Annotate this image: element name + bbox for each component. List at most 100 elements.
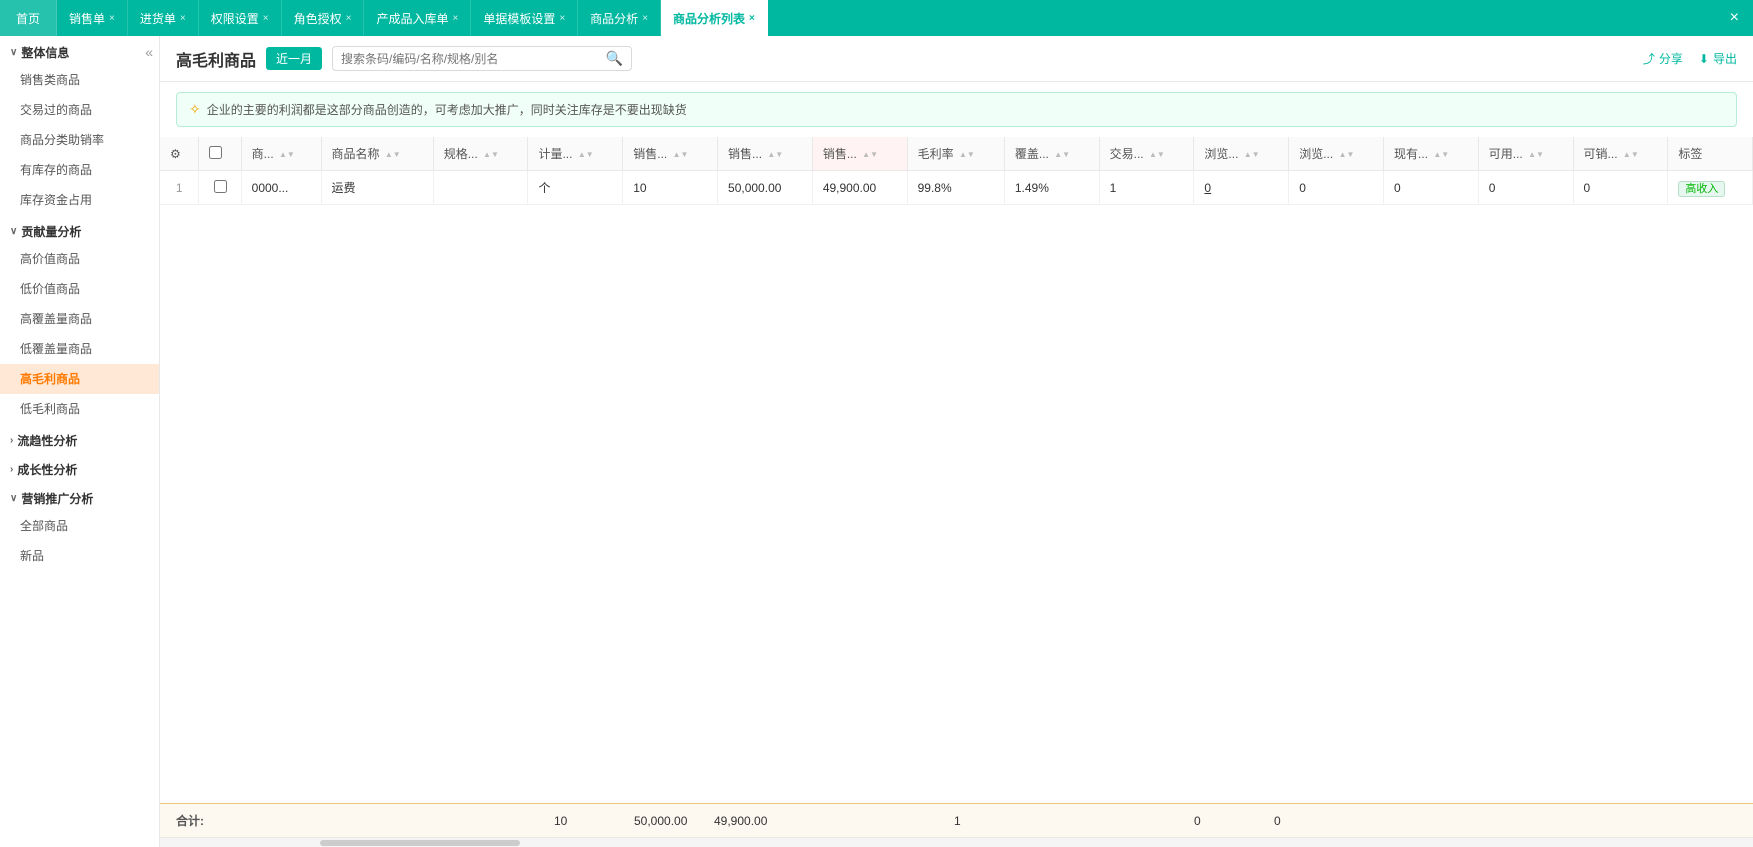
col-unit[interactable]: 计量... ▲▼ [528,137,623,171]
nav-tab-template[interactable]: 单据模板设置 × [471,0,578,36]
view1-link[interactable]: 0 [1204,181,1211,195]
col-available-stock[interactable]: 可用... ▲▼ [1478,137,1573,171]
export-button[interactable]: ⬇ 导出 [1699,50,1737,67]
col-current-stock[interactable]: 现有... ▲▼ [1383,137,1478,171]
row-view1[interactable]: 0 [1194,171,1289,205]
sort-icon[interactable]: ▲▼ [1339,150,1355,159]
sort-icon[interactable]: ▲▼ [862,150,878,159]
sort-icon[interactable]: ▲▼ [1623,150,1639,159]
nav-tab-permission-label: 权限设置 [211,10,259,27]
close-icon[interactable]: × [749,13,755,24]
nav-tab-sales[interactable]: 销售单 × [57,0,128,36]
sidebar-section-trend[interactable]: › 流趋性分析 [0,424,159,453]
bottom-scrollbar[interactable] [160,837,1753,847]
sort-icon[interactable]: ▲▼ [1244,150,1260,159]
close-icon[interactable]: × [346,13,352,24]
col-code[interactable]: 商... ▲▼ [241,137,321,171]
row-current-stock: 0 [1383,171,1478,205]
sidebar-section-marketing-label: 营销推广分析 [21,490,93,507]
sort-icon[interactable]: ▲▼ [279,150,295,159]
sidebar-collapse-button[interactable]: « [145,44,153,60]
nav-tab-template-label: 单据模板设置 [483,10,555,27]
sidebar-section-contribution[interactable]: ∨ 贡献量分析 [0,215,159,244]
nav-tab-product-warehouse[interactable]: 产成品入库单 × [364,0,471,36]
sidebar-section-trend-label: 流趋性分析 [17,432,77,449]
col-tag[interactable]: 标签 [1668,137,1753,171]
nav-tab-product-analysis[interactable]: 商品分析 × [578,0,661,36]
col-spec[interactable]: 规格... ▲▼ [433,137,528,171]
time-filter-button[interactable]: 近一月 [266,47,322,70]
col-coverage[interactable]: 覆盖... ▲▼ [1004,137,1099,171]
nav-tab-role[interactable]: 角色授权 × [282,0,365,36]
sidebar-item-high-margin[interactable]: 高毛利商品 [0,364,159,394]
chevron-down-icon: ∨ [10,226,17,237]
col-view2[interactable]: 浏览... ▲▼ [1289,137,1384,171]
col-view1[interactable]: 浏览... ▲▼ [1194,137,1289,171]
footer-cells: 10 50,000.00 49,900.00 1 0 0 [224,814,1737,828]
row-checkbox[interactable] [214,180,227,193]
col-name[interactable]: 商品名称 ▲▼ [321,137,433,171]
sidebar-item-traded-goods[interactable]: 交易过的商品 [0,95,159,125]
search-icon[interactable]: 🔍 [606,50,623,67]
col-gross-margin[interactable]: 毛利率 ▲▼ [907,137,1004,171]
sidebar-section-growth[interactable]: › 成长性分析 [0,453,159,482]
col-sales-qty[interactable]: 销售... ▲▼ [623,137,718,171]
col-checkbox[interactable] [199,137,241,171]
sidebar-section-marketing[interactable]: ∨ 营销推广分析 [0,482,159,511]
col-sales-profit[interactable]: 销售... ▲▼ [812,137,907,171]
sidebar-item-high-value[interactable]: 高价值商品 [0,244,159,274]
sidebar: « ∨ 整体信息 销售类商品 交易过的商品 商品分类助销率 有库存的商品 库存资… [0,36,160,847]
main-layout: « ∨ 整体信息 销售类商品 交易过的商品 商品分类助销率 有库存的商品 库存资… [0,36,1753,847]
chevron-right-icon: › [10,435,13,446]
share-button[interactable]: ⤴ 分享 [1643,50,1683,67]
close-all-button[interactable]: × [1716,9,1753,27]
sort-icon[interactable]: ▲▼ [767,150,783,159]
close-icon[interactable]: × [452,13,458,24]
close-icon[interactable]: × [559,13,565,24]
sidebar-item-low-margin[interactable]: 低毛利商品 [0,394,159,424]
sort-icon[interactable]: ▲▼ [1433,150,1449,159]
col-transaction[interactable]: 交易... ▲▼ [1099,137,1194,171]
footer-sales-profit: 49,900.00 [704,814,784,828]
select-all-checkbox[interactable] [209,146,222,159]
footer-spacer7 [1024,814,1104,828]
close-icon[interactable]: × [109,13,115,24]
nav-tab-permission[interactable]: 权限设置 × [199,0,282,36]
sidebar-item-stocked-goods[interactable]: 有库存的商品 [0,155,159,185]
sort-icon[interactable]: ▲▼ [673,150,689,159]
sidebar-item-category-rate[interactable]: 商品分类助销率 [0,125,159,155]
sort-icon[interactable]: ▲▼ [385,150,401,159]
sidebar-item-stock-capital[interactable]: 库存资金占用 [0,185,159,215]
sidebar-section-overall[interactable]: ∨ 整体信息 [0,36,159,65]
nav-tab-product-analysis-list[interactable]: 商品分析列表 × [661,0,768,36]
nav-tab-home[interactable]: 首页 [0,0,57,36]
col-sales-amount[interactable]: 销售... ▲▼ [718,137,813,171]
col-settings[interactable]: ⚙ [160,137,199,171]
sort-icon[interactable]: ▲▼ [578,150,594,159]
nav-tab-purchase[interactable]: 进货单 × [128,0,199,36]
sort-icon[interactable]: ▲▼ [1054,150,1070,159]
sidebar-item-low-coverage[interactable]: 低覆盖量商品 [0,334,159,364]
search-input[interactable] [341,52,600,66]
close-icon[interactable]: × [263,13,269,24]
close-icon[interactable]: × [642,13,648,24]
sort-icon[interactable]: ▲▼ [483,150,499,159]
sidebar-item-sales-goods[interactable]: 销售类商品 [0,65,159,95]
sort-icon[interactable]: ▲▼ [1528,150,1544,159]
scrollbar-thumb[interactable] [320,840,520,846]
top-navigation: 首页 销售单 × 进货单 × 权限设置 × 角色授权 × 产成品入库单 × 单据… [0,0,1753,36]
sidebar-item-low-value[interactable]: 低价值商品 [0,274,159,304]
sort-icon[interactable]: ▲▼ [1149,150,1165,159]
col-sellable-stock[interactable]: 可销... ▲▼ [1573,137,1668,171]
sort-icon[interactable]: ▲▼ [959,150,975,159]
row-name: 运费 [321,171,433,205]
row-checkbox-cell[interactable] [199,171,241,205]
footer-current-stock: 0 [1184,814,1264,828]
close-icon[interactable]: × [180,13,186,24]
chevron-down-icon: ∨ [10,47,17,58]
sidebar-item-high-coverage[interactable]: 高覆盖量商品 [0,304,159,334]
footer-spacer2 [304,814,384,828]
sidebar-item-new-goods[interactable]: 新品 [0,541,159,571]
sidebar-item-all-goods[interactable]: 全部商品 [0,511,159,541]
row-sellable-stock: 0 [1573,171,1668,205]
